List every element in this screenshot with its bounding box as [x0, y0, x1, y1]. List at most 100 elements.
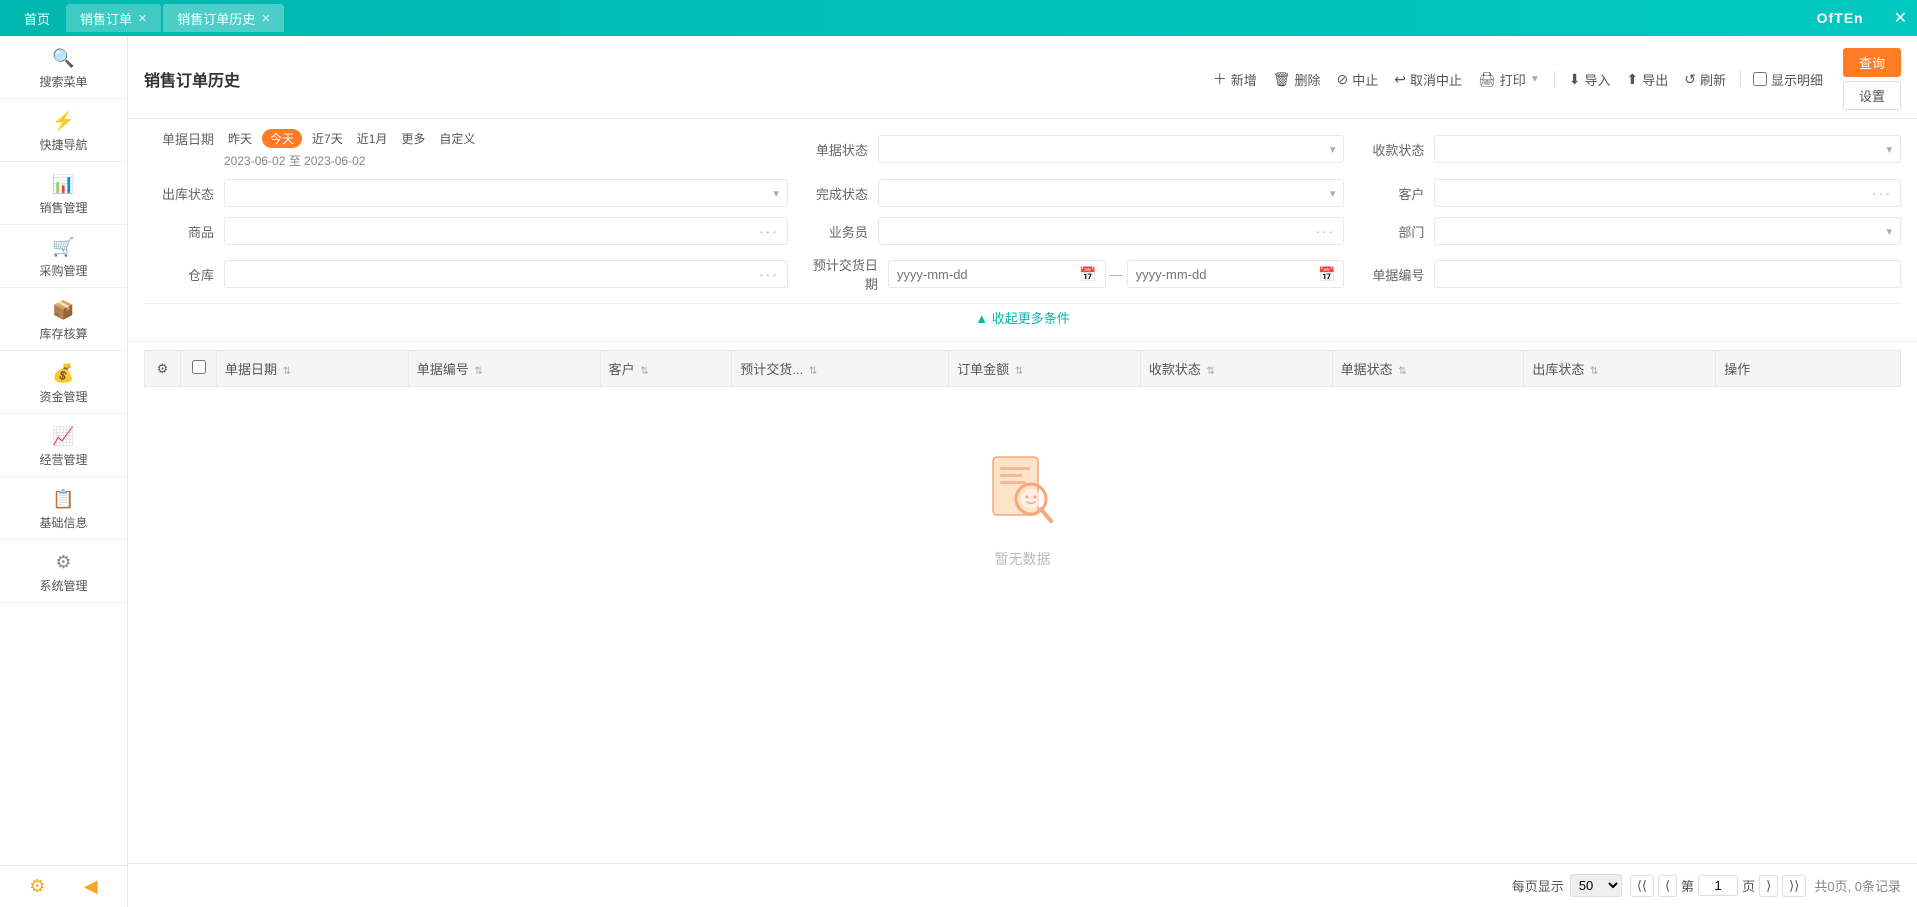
col-bill-status-sort: ⇅ [1398, 366, 1406, 377]
bill-status-control[interactable]: ▾ [878, 135, 1345, 163]
display-columns-toggle[interactable]: 显示明细 [1753, 70, 1823, 89]
prev-page-button[interactable]: ⟨ [1658, 875, 1677, 897]
calendar-from-icon[interactable]: 📅 [1079, 266, 1096, 283]
salesperson-group: 业务员 ··· [808, 217, 1345, 245]
cancel-stop-button[interactable]: ↩ 取消中止 [1392, 67, 1464, 92]
col-bill-date-label: 单据日期 [225, 362, 277, 377]
import-label: 导入 [1584, 70, 1610, 89]
tab-sales-order-label: 销售订单 [80, 9, 132, 28]
sidebar-purchase-mgmt-label: 采购管理 [39, 262, 87, 279]
refresh-icon: ↺ [1684, 71, 1696, 88]
sidebar-item-finance[interactable]: 💰 资金管理 [0, 351, 127, 414]
query-button[interactable]: 查询 [1843, 48, 1901, 77]
page-number-input[interactable] [1698, 875, 1738, 896]
col-receipt-status[interactable]: 收款状态 ⇅ [1140, 351, 1332, 387]
sidebar-item-operations[interactable]: 📈 经营管理 [0, 414, 127, 477]
tab-sales-order-history[interactable]: 销售订单历史 ✕ [163, 4, 284, 32]
sidebar-item-search-menu[interactable]: 🔍 搜索菜单 [0, 36, 127, 99]
col-checkbox[interactable] [181, 351, 217, 387]
sidebar-item-purchase-mgmt[interactable]: 🛒 采购管理 [0, 225, 127, 288]
brand-label: OfTEn [1817, 10, 1864, 26]
delivery-date-to[interactable]: 📅 [1127, 260, 1345, 288]
next-page-button[interactable]: ⟩ [1759, 875, 1778, 897]
refresh-button[interactable]: ↺ 刷新 [1682, 67, 1728, 92]
date-btn-today[interactable]: 今天 [262, 129, 302, 148]
col-bill-number-label: 单据编号 [417, 362, 469, 377]
dept-control[interactable]: ▾ [1434, 217, 1901, 245]
delivery-date-to-input[interactable] [1136, 267, 1314, 282]
col-bill-date[interactable]: 单据日期 ⇅ [217, 351, 409, 387]
receipt-status-control[interactable]: ▾ [1434, 135, 1901, 163]
col-bill-status[interactable]: 单据状态 ⇅ [1332, 351, 1524, 387]
delivery-date-group: 预计交货日期 📅 — 📅 [808, 255, 1345, 293]
sidebar-sales-mgmt-label: 销售管理 [39, 199, 87, 216]
export-button[interactable]: ⬆ 导出 [1624, 67, 1670, 92]
delivery-date-from-input[interactable] [897, 267, 1075, 282]
per-page-label: 每页显示 [1512, 876, 1564, 895]
last-page-button[interactable]: ⟩⟩ [1782, 875, 1806, 897]
date-btn-1month[interactable]: 近1月 [353, 129, 392, 148]
first-page-button[interactable]: ⟨⟨ [1630, 875, 1654, 897]
salesperson-control[interactable]: ··· [878, 217, 1345, 245]
toolbar: ＋ 新增 🗑 删除 ⊘ 中止 ↩ 取消中止 🖨 打印 [1211, 48, 1901, 110]
sidebar-item-basic-info[interactable]: 📋 基础信息 [0, 477, 127, 540]
delivery-date-from[interactable]: 📅 [888, 260, 1106, 288]
col-settings[interactable]: ⚙ [145, 351, 181, 387]
salesperson-dots: ··· [1315, 223, 1335, 239]
close-sales-order-history-tab[interactable]: ✕ [261, 12, 270, 25]
delete-label: 删除 [1295, 70, 1321, 89]
print-dropdown-icon: ▼ [1530, 74, 1540, 85]
col-operation: 操作 [1716, 351, 1901, 387]
tab-sales-order[interactable]: 销售订单 ✕ [66, 4, 161, 32]
warehouse-control[interactable]: ··· [224, 260, 788, 288]
delete-button[interactable]: 🗑 删除 [1271, 67, 1323, 92]
sidebar-settings-icon[interactable]: ⚙ [29, 876, 45, 897]
display-columns-checkbox[interactable] [1753, 72, 1767, 86]
sidebar-item-sys-mgmt[interactable]: ⚙ 系统管理 [0, 540, 127, 603]
customer-control[interactable]: ··· [1434, 179, 1901, 207]
sidebar-item-sales-mgmt[interactable]: 📊 销售管理 [0, 162, 127, 225]
top-right-actions: OfTEn ✕ [1817, 8, 1907, 28]
sidebar-item-quick-nav[interactable]: ⚡ 快捷导航 [0, 99, 127, 162]
sidebar-collapse-icon[interactable]: ◀ [84, 876, 98, 897]
date-btn-more[interactable]: 更多 [397, 129, 429, 148]
collapse-filter-button[interactable]: ▲ 收起更多条件 [144, 303, 1901, 331]
table-section: ⚙ 单据日期 ⇅ 单据编号 ⇅ [128, 342, 1917, 863]
completion-status-control[interactable]: ▾ [878, 179, 1345, 207]
refresh-label: 刷新 [1700, 70, 1726, 89]
sidebar-basic-info-label: 基础信息 [39, 514, 87, 531]
col-order-amount[interactable]: 订单金额 ⇅ [949, 351, 1141, 387]
new-button[interactable]: ＋ 新增 [1211, 66, 1259, 92]
page-title: 销售订单历史 [144, 67, 240, 91]
date-range-separator: — [1110, 267, 1123, 282]
sidebar-item-inventory[interactable]: 📦 库存核算 [0, 288, 127, 351]
print-button[interactable]: 🖨 打印 ▼ [1476, 67, 1542, 92]
outbound-status-control[interactable]: ▾ [224, 179, 788, 207]
col-customer[interactable]: 客户 ⇅ [600, 351, 732, 387]
date-btn-custom[interactable]: 自定义 [435, 129, 479, 148]
col-bill-number[interactable]: 单据编号 ⇅ [408, 351, 600, 387]
close-sales-order-tab[interactable]: ✕ [138, 12, 147, 25]
date-btn-7days[interactable]: 近7天 [308, 129, 347, 148]
stop-button[interactable]: ⊘ 中止 [1335, 67, 1381, 92]
window-close-button[interactable]: ✕ [1894, 8, 1907, 28]
col-expected-delivery[interactable]: 预计交货... ⇅ [732, 351, 949, 387]
sidebar-quick-nav-label: 快捷导航 [39, 136, 87, 153]
bill-number-input[interactable] [1443, 267, 1892, 282]
date-btn-yesterday[interactable]: 昨天 [224, 129, 256, 148]
calendar-to-icon[interactable]: 📅 [1318, 266, 1335, 283]
select-all-checkbox[interactable] [192, 360, 206, 374]
salesperson-label: 业务员 [808, 222, 878, 241]
tab-home[interactable]: 首页 [10, 4, 64, 32]
cancel-stop-label: 取消中止 [1410, 70, 1462, 89]
bill-number-control[interactable] [1434, 260, 1901, 288]
dept-label: 部门 [1364, 222, 1434, 241]
col-outbound-status[interactable]: 出库状态 ⇅ [1524, 351, 1716, 387]
page-header: 销售订单历史 ＋ 新增 🗑 删除 ⊘ 中止 ↩ 取消中止 [128, 36, 1917, 119]
search-menu-icon: 🔍 [52, 48, 74, 69]
per-page-select[interactable]: 50 10 20 100 [1570, 874, 1622, 897]
import-button[interactable]: ⬇ 导入 [1567, 67, 1613, 92]
goods-control[interactable]: ··· [224, 217, 788, 245]
settings-button[interactable]: 设置 [1843, 81, 1901, 110]
completion-status-label: 完成状态 [808, 184, 878, 203]
